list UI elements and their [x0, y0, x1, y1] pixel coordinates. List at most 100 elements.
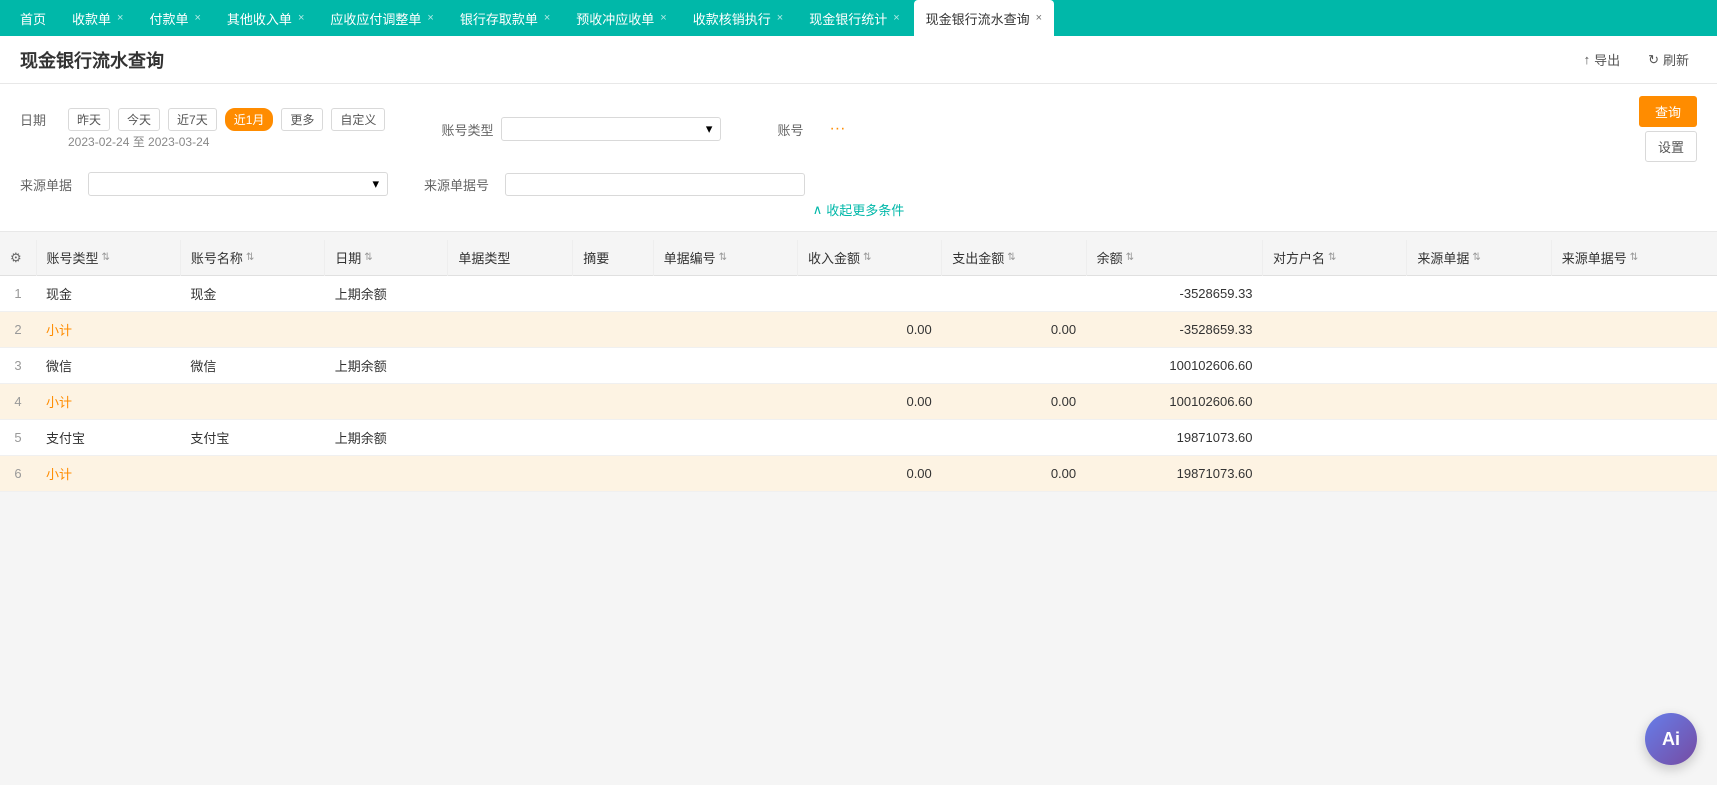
date-btn-1month[interactable]: 近1月: [225, 108, 274, 131]
table-cell: 19871073.60: [1086, 456, 1262, 492]
table-row[interactable]: 5支付宝支付宝上期余额19871073.60: [0, 420, 1717, 456]
date-btn-7days[interactable]: 近7天: [168, 108, 217, 131]
nav-close-8[interactable]: ×: [1036, 12, 1042, 24]
source-doc-label: 来源单据: [20, 175, 72, 194]
table-row[interactable]: 2小计0.000.00-3528659.33: [0, 312, 1717, 348]
th-source-doc[interactable]: 来源单据 ⇅: [1407, 240, 1551, 276]
th-income[interactable]: 收入金额 ⇅: [797, 240, 941, 276]
top-nav: 首页 收款单 × 付款单 × 其他收入单 × 应收应付调整单 × 银行存取款单 …: [0, 0, 1717, 36]
table-cell: [448, 348, 573, 384]
th-balance[interactable]: 余额 ⇅: [1086, 240, 1262, 276]
date-btn-custom[interactable]: 自定义: [331, 108, 385, 131]
nav-tab-8[interactable]: 现金银行流水查询 ×: [914, 0, 1054, 36]
th-doc-no[interactable]: 单据编号 ⇅: [653, 240, 797, 276]
nav-close-0[interactable]: ×: [117, 12, 123, 24]
query-button[interactable]: 查询: [1639, 96, 1697, 127]
table-cell: [1551, 348, 1717, 384]
table-cell: 0.00: [942, 312, 1086, 348]
table-cell: [180, 384, 324, 420]
table-cell: 2: [0, 312, 36, 348]
th-account-type[interactable]: 账号类型 ⇅: [36, 240, 180, 276]
refresh-button[interactable]: ↻ 刷新: [1640, 46, 1697, 73]
nav-tab-3[interactable]: 应收应付调整单 ×: [318, 0, 445, 36]
account-type-label: 账号类型: [441, 120, 493, 139]
gear-icon[interactable]: ⚙: [10, 250, 22, 265]
nav-tab-5[interactable]: 预收冲应收单 ×: [564, 0, 678, 36]
date-btn-yesterday[interactable]: 昨天: [68, 108, 110, 131]
refresh-icon: ↻: [1648, 52, 1659, 68]
th-account-name[interactable]: 账号名称 ⇅: [180, 240, 324, 276]
table-cell: [325, 312, 448, 348]
more-dots[interactable]: ···: [825, 120, 849, 138]
source-doc-select[interactable]: ▾: [88, 172, 388, 196]
nav-close-1[interactable]: ×: [194, 12, 200, 24]
table-cell: [653, 276, 797, 312]
account-label: 账号: [777, 120, 817, 139]
table-cell: [573, 312, 653, 348]
nav-close-2[interactable]: ×: [298, 12, 304, 24]
date-btn-more[interactable]: 更多: [281, 108, 323, 131]
table-cell: [1263, 420, 1407, 456]
nav-tab-6[interactable]: 收款核销执行 ×: [681, 0, 795, 36]
export-button[interactable]: ↑ 导出: [1576, 46, 1629, 73]
table-cell: [1551, 456, 1717, 492]
settings-button[interactable]: 设置: [1645, 131, 1697, 162]
table-cell: [1407, 456, 1551, 492]
table-cell: 微信: [180, 348, 324, 384]
nav-close-7[interactable]: ×: [893, 12, 899, 24]
nav-close-3[interactable]: ×: [427, 12, 433, 24]
action-buttons: 查询 设置: [1639, 96, 1697, 162]
nav-tab-7[interactable]: 现金银行统计 ×: [797, 0, 911, 36]
date-btn-today[interactable]: 今天: [118, 108, 160, 131]
table-cell: [942, 420, 1086, 456]
th-date[interactable]: 日期 ⇅: [325, 240, 448, 276]
table-cell: [573, 348, 653, 384]
nav-tab-4[interactable]: 银行存取款单 ×: [448, 0, 562, 36]
table-cell: 0.00: [797, 312, 941, 348]
data-table-wrap: ⚙ 账号类型 ⇅ 账号名称 ⇅ 日期: [0, 240, 1717, 492]
table-cell: [1263, 456, 1407, 492]
nav-close-6[interactable]: ×: [777, 12, 783, 24]
sort-icon-date: ⇅: [364, 252, 372, 263]
table-row[interactable]: 4小计0.000.00100102606.60: [0, 384, 1717, 420]
table-cell: [1407, 420, 1551, 456]
table-cell: [448, 276, 573, 312]
nav-tab-2[interactable]: 其他收入单 ×: [215, 0, 316, 36]
nav-close-4[interactable]: ×: [544, 12, 550, 24]
th-source-doc-no[interactable]: 来源单据号 ⇅: [1551, 240, 1717, 276]
sort-icon-account-type: ⇅: [102, 252, 110, 263]
table-cell: [653, 456, 797, 492]
table-cell: [448, 456, 573, 492]
collapse-bar[interactable]: ∧ 收起更多条件: [20, 196, 1697, 219]
nav-close-5[interactable]: ×: [660, 12, 666, 24]
table-cell: 现金: [180, 276, 324, 312]
nav-tab-0[interactable]: 收款单 ×: [60, 0, 135, 36]
nav-tab-1[interactable]: 付款单 ×: [137, 0, 212, 36]
nav-home[interactable]: 首页: [8, 0, 58, 36]
table-cell: [573, 456, 653, 492]
table-row[interactable]: 3微信微信上期余额100102606.60: [0, 348, 1717, 384]
table-cell: [325, 456, 448, 492]
sort-icon-source-doc: ⇅: [1472, 252, 1480, 263]
date-filter-top: 日期 昨天 今天 近7天 近1月 更多 自定义: [20, 108, 385, 131]
th-gear[interactable]: ⚙: [0, 240, 36, 276]
th-counterparty[interactable]: 对方户名 ⇅: [1263, 240, 1407, 276]
table-cell: [653, 420, 797, 456]
table-row[interactable]: 6小计0.000.0019871073.60: [0, 456, 1717, 492]
page-title: 现金银行流水查询: [20, 47, 164, 73]
table-cell: [653, 348, 797, 384]
date-label: 日期: [20, 110, 60, 129]
sort-icon-income: ⇅: [863, 252, 871, 263]
source-doc-no-label: 来源单据号: [424, 175, 489, 194]
source-doc-no-input[interactable]: [514, 177, 796, 192]
th-expense[interactable]: 支出金额 ⇅: [942, 240, 1086, 276]
table-row[interactable]: 1现金现金上期余额-3528659.33: [0, 276, 1717, 312]
table-cell: 100102606.60: [1086, 384, 1262, 420]
table-cell: 0.00: [942, 384, 1086, 420]
account-type-group: 账号类型 ▾: [441, 117, 721, 141]
sort-icon-counterparty: ⇅: [1328, 252, 1336, 263]
ai-badge[interactable]: Ai: [1645, 713, 1697, 765]
account-type-select[interactable]: ▾: [501, 117, 721, 141]
table-cell: 小计: [36, 312, 180, 348]
table-cell: [573, 384, 653, 420]
